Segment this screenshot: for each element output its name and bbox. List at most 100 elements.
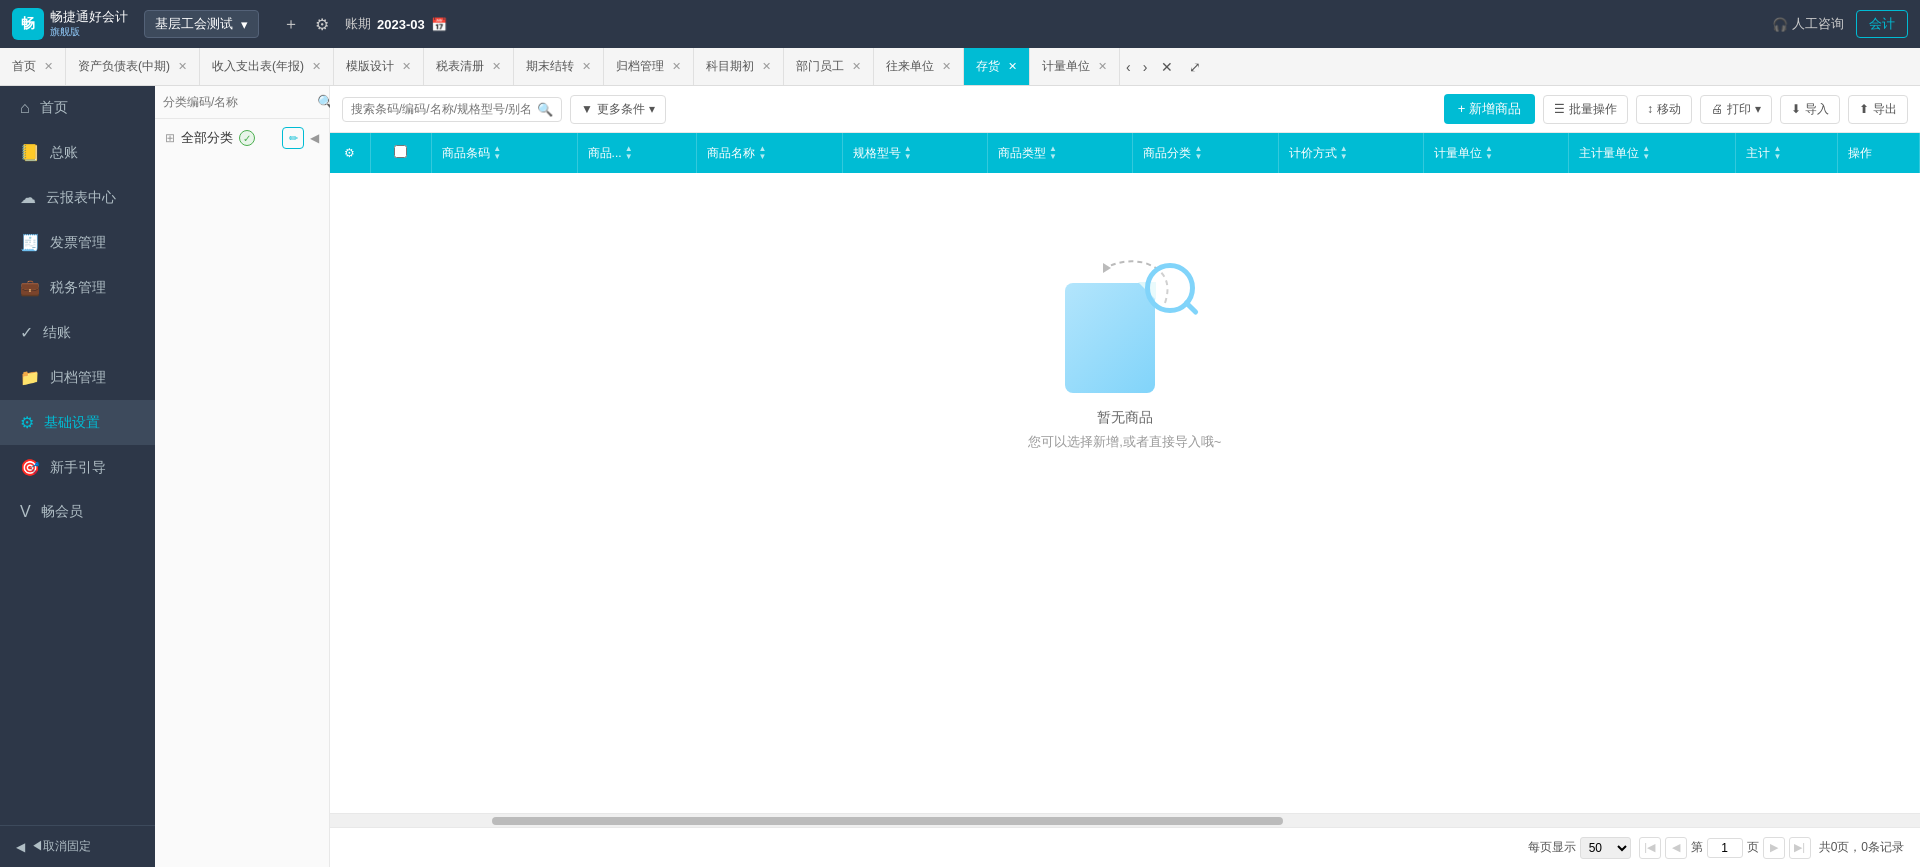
tab-period-carry[interactable]: 期末结转 ✕: [514, 48, 604, 85]
per-page-dropdown[interactable]: 50 100 200: [1580, 837, 1631, 859]
col-price-method[interactable]: 计价方式 ▲▼: [1278, 133, 1423, 173]
col-settings[interactable]: ⚙: [330, 133, 370, 173]
headset-icon: 🎧: [1772, 17, 1788, 32]
tab-balance-sheet[interactable]: 资产负债表(中期) ✕: [66, 48, 200, 85]
settings-icon-button[interactable]: ⚙: [311, 11, 333, 38]
sidebar-unpin-button[interactable]: ◀︎ ◀︎取消固定: [0, 825, 155, 867]
tab-tax-table[interactable]: 税表清册 ✕: [424, 48, 514, 85]
category-edit-button[interactable]: ✏: [282, 127, 304, 149]
col-checkbox[interactable]: [370, 133, 432, 173]
tab-home[interactable]: 首页 ✕: [0, 48, 66, 85]
tab-close-all-button[interactable]: ✕: [1153, 48, 1181, 85]
category-label: 全部分类: [181, 129, 233, 147]
sidebar-label: 云报表中心: [46, 189, 116, 207]
empty-illustration: [1045, 253, 1205, 393]
empty-state: 暂无商品 您可以选择新增,或者直接导入哦~: [330, 173, 1920, 531]
search-icon[interactable]: 🔍: [537, 102, 553, 117]
tab-subject-init[interactable]: 科目期初 ✕: [694, 48, 784, 85]
tab-close-icon[interactable]: ✕: [1008, 60, 1017, 73]
tab-close-icon[interactable]: ✕: [492, 60, 501, 73]
batch-icon: ☰: [1554, 102, 1565, 116]
search-box: 🔍: [342, 97, 562, 122]
col-spec[interactable]: 规格型号 ▲▼: [842, 133, 987, 173]
col-unit[interactable]: 计量单位 ▲▼: [1423, 133, 1568, 173]
sidebar-item-basic-settings[interactable]: ⚙ 基础设置: [0, 400, 155, 445]
tab-expand-button[interactable]: ⤢: [1181, 48, 1209, 85]
calendar-icon[interactable]: 📅: [431, 17, 447, 32]
page-first-button[interactable]: |◀: [1639, 837, 1661, 859]
sidebar-item-ledger[interactable]: 📒 总账: [0, 130, 155, 175]
col-category[interactable]: 商品分类 ▲▼: [1133, 133, 1278, 173]
tab-close-icon[interactable]: ✕: [852, 60, 861, 73]
tab-close-icon[interactable]: ✕: [312, 60, 321, 73]
sidebar-item-guide[interactable]: 🎯 新手引导: [0, 445, 155, 490]
select-all-checkbox[interactable]: [394, 145, 407, 158]
sidebar-item-closing[interactable]: ✓ 结账: [0, 310, 155, 355]
category-search-input[interactable]: [163, 95, 313, 109]
tab-label: 部门员工: [796, 58, 844, 75]
tab-close-icon[interactable]: ✕: [44, 60, 53, 73]
kuaiji-button[interactable]: 会计: [1856, 10, 1908, 38]
col-barcode[interactable]: 商品条码 ▲▼: [432, 133, 577, 173]
tab-next-button[interactable]: ›: [1137, 48, 1154, 85]
sidebar-label: 结账: [43, 324, 71, 342]
tab-label: 往来单位: [886, 58, 934, 75]
col-name[interactable]: 商品名称 ▲▼: [697, 133, 842, 173]
sidebar-item-reports[interactable]: ☁ 云报表中心: [0, 175, 155, 220]
sidebar-item-invoice[interactable]: 🧾 发票管理: [0, 220, 155, 265]
export-button[interactable]: ⬆ 导出: [1848, 95, 1908, 124]
ai-consult-button[interactable]: 🎧 人工咨询: [1772, 15, 1844, 33]
tab-inventory[interactable]: 存货 ✕: [964, 48, 1030, 85]
scrollbar-thumb[interactable]: [492, 817, 1283, 825]
move-icon: ↕: [1647, 102, 1653, 116]
tab-label: 模版设计: [346, 58, 394, 75]
import-button[interactable]: ⬇ 导入: [1780, 95, 1840, 124]
col-main-unit[interactable]: 主计量单位 ▲▼: [1569, 133, 1736, 173]
page-prev-button[interactable]: ◀: [1665, 837, 1687, 859]
col-code[interactable]: 商品... ▲▼: [577, 133, 697, 173]
company-selector[interactable]: 基层工会测试 ▾: [144, 10, 259, 38]
member-icon: V: [20, 503, 31, 521]
invoice-icon: 🧾: [20, 233, 40, 252]
page-next-button[interactable]: ▶: [1763, 837, 1785, 859]
collapse-icon[interactable]: ◀: [310, 131, 319, 145]
add-product-button[interactable]: + 新增商品: [1444, 94, 1535, 124]
tab-close-icon[interactable]: ✕: [402, 60, 411, 73]
move-button[interactable]: ↕ 移动: [1636, 95, 1692, 124]
sidebar-item-home[interactable]: ⌂ 首页: [0, 86, 155, 130]
category-search-area: 🔍: [155, 86, 329, 119]
col-operation: 操作: [1838, 133, 1920, 173]
tab-archive[interactable]: 归档管理 ✕: [604, 48, 694, 85]
tab-close-icon[interactable]: ✕: [1098, 60, 1107, 73]
tab-close-icon[interactable]: ✕: [942, 60, 951, 73]
tab-unit[interactable]: 计量单位 ✕: [1030, 48, 1120, 85]
page-last-button[interactable]: ▶|: [1789, 837, 1811, 859]
pin-icon: ◀︎: [16, 840, 25, 854]
add-tab-button[interactable]: ＋: [279, 10, 303, 39]
header-actions: ＋ ⚙: [279, 10, 333, 39]
tab-close-icon[interactable]: ✕: [672, 60, 681, 73]
search-input[interactable]: [351, 102, 531, 116]
tab-dept-staff[interactable]: 部门员工 ✕: [784, 48, 874, 85]
filter-button[interactable]: ▼ 更多条件 ▾: [570, 95, 666, 124]
sidebar-item-member[interactable]: V 畅会员: [0, 490, 155, 534]
tab-close-icon[interactable]: ✕: [178, 60, 187, 73]
logo-icon: 畅: [12, 8, 44, 40]
tab-income-statement[interactable]: 收入支出表(年报) ✕: [200, 48, 334, 85]
sidebar-item-tax[interactable]: 💼 税务管理: [0, 265, 155, 310]
scrollbar-area[interactable]: [330, 813, 1920, 827]
category-all[interactable]: ⊞ 全部分类 ✓ ✏ ◀: [155, 119, 329, 157]
tab-template[interactable]: 模版设计 ✕: [334, 48, 424, 85]
sidebar-item-archive[interactable]: 📁 归档管理: [0, 355, 155, 400]
print-button[interactable]: 🖨 打印 ▾: [1700, 95, 1772, 124]
tab-close-icon[interactable]: ✕: [582, 60, 591, 73]
tab-label: 收入支出表(年报): [212, 58, 304, 75]
batch-operation-button[interactable]: ☰ 批量操作: [1543, 95, 1628, 124]
tab-prev-button[interactable]: ‹: [1120, 48, 1137, 85]
company-name: 基层工会测试: [155, 15, 233, 33]
col-main[interactable]: 主计 ▲▼: [1736, 133, 1838, 173]
col-type[interactable]: 商品类型 ▲▼: [988, 133, 1133, 173]
page-input[interactable]: [1707, 838, 1743, 858]
tab-close-icon[interactable]: ✕: [762, 60, 771, 73]
tab-counterparty[interactable]: 往来单位 ✕: [874, 48, 964, 85]
